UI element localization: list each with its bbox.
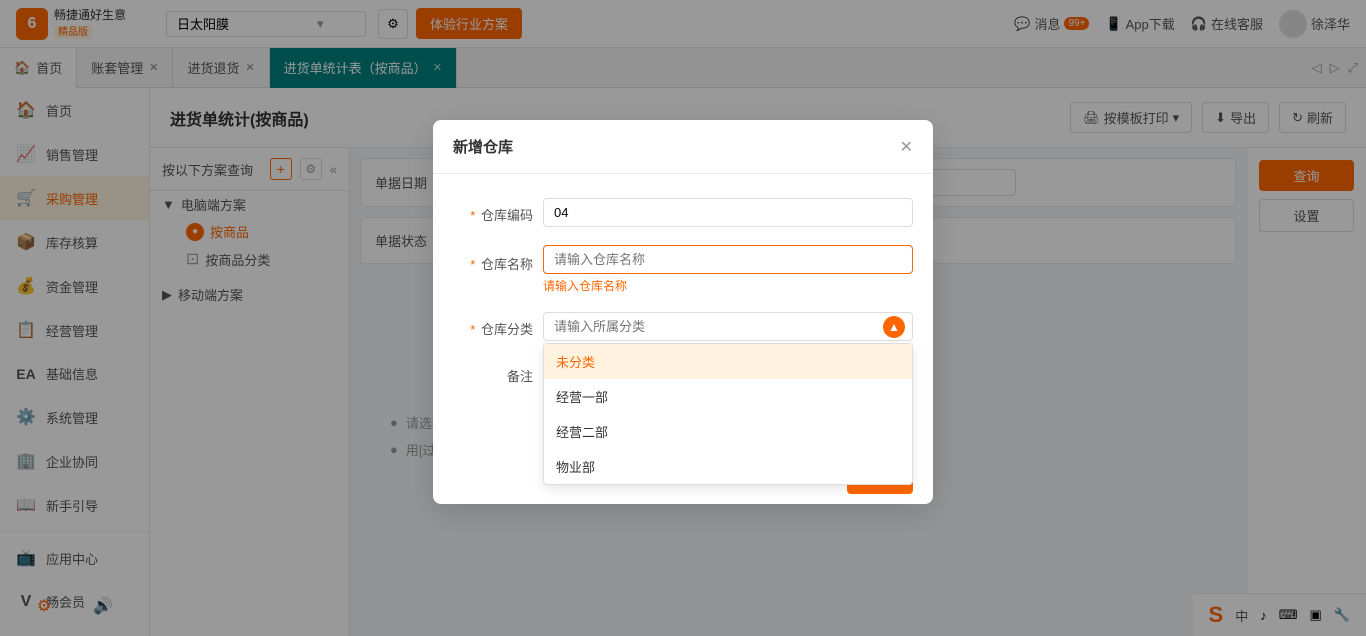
name-input[interactable] (543, 245, 913, 274)
dialog-body: * 仓库编码 * 仓库名称 请输入仓库名称 (433, 174, 933, 451)
name-error-tip: 请输入仓库名称 (543, 277, 913, 294)
dropdown-item-uncategorized[interactable]: 未分类 (544, 344, 912, 379)
form-row-code: * 仓库编码 (453, 198, 913, 227)
form-row-name: * 仓库名称 请输入仓库名称 (453, 245, 913, 294)
dialog-title: 新增仓库 (453, 136, 513, 157)
category-select-wrapper: ▲ 未分类 经营一部 经营二部 物业部 (543, 312, 913, 341)
dialog-close-button[interactable]: ✕ (900, 137, 913, 157)
name-label: * 仓库名称 (453, 247, 543, 273)
category-input[interactable] (543, 312, 913, 341)
category-label: * 仓库分类 (453, 312, 543, 338)
code-label: * 仓库编码 (453, 198, 543, 224)
dropdown-item-dept1[interactable]: 经营一部 (544, 379, 912, 414)
dialog-new-warehouse: 新增仓库 ✕ * 仓库编码 * 仓库名称 (433, 120, 933, 504)
note-label: 备注 (453, 359, 543, 385)
code-input[interactable] (543, 198, 913, 227)
modal-overlay[interactable]: 新增仓库 ✕ * 仓库编码 * 仓库名称 (0, 0, 1366, 636)
form-row-category: * 仓库分类 ▲ 未分类 经营一部 经营二部 物业部 (453, 312, 913, 341)
dropdown-item-dept3[interactable]: 物业部 (544, 449, 912, 484)
category-dropdown: 未分类 经营一部 经营二部 物业部 (543, 343, 913, 485)
select-arrow-icon[interactable]: ▲ (883, 316, 905, 338)
dialog-header: 新增仓库 ✕ (433, 120, 933, 174)
dropdown-item-dept2[interactable]: 经营二部 (544, 414, 912, 449)
